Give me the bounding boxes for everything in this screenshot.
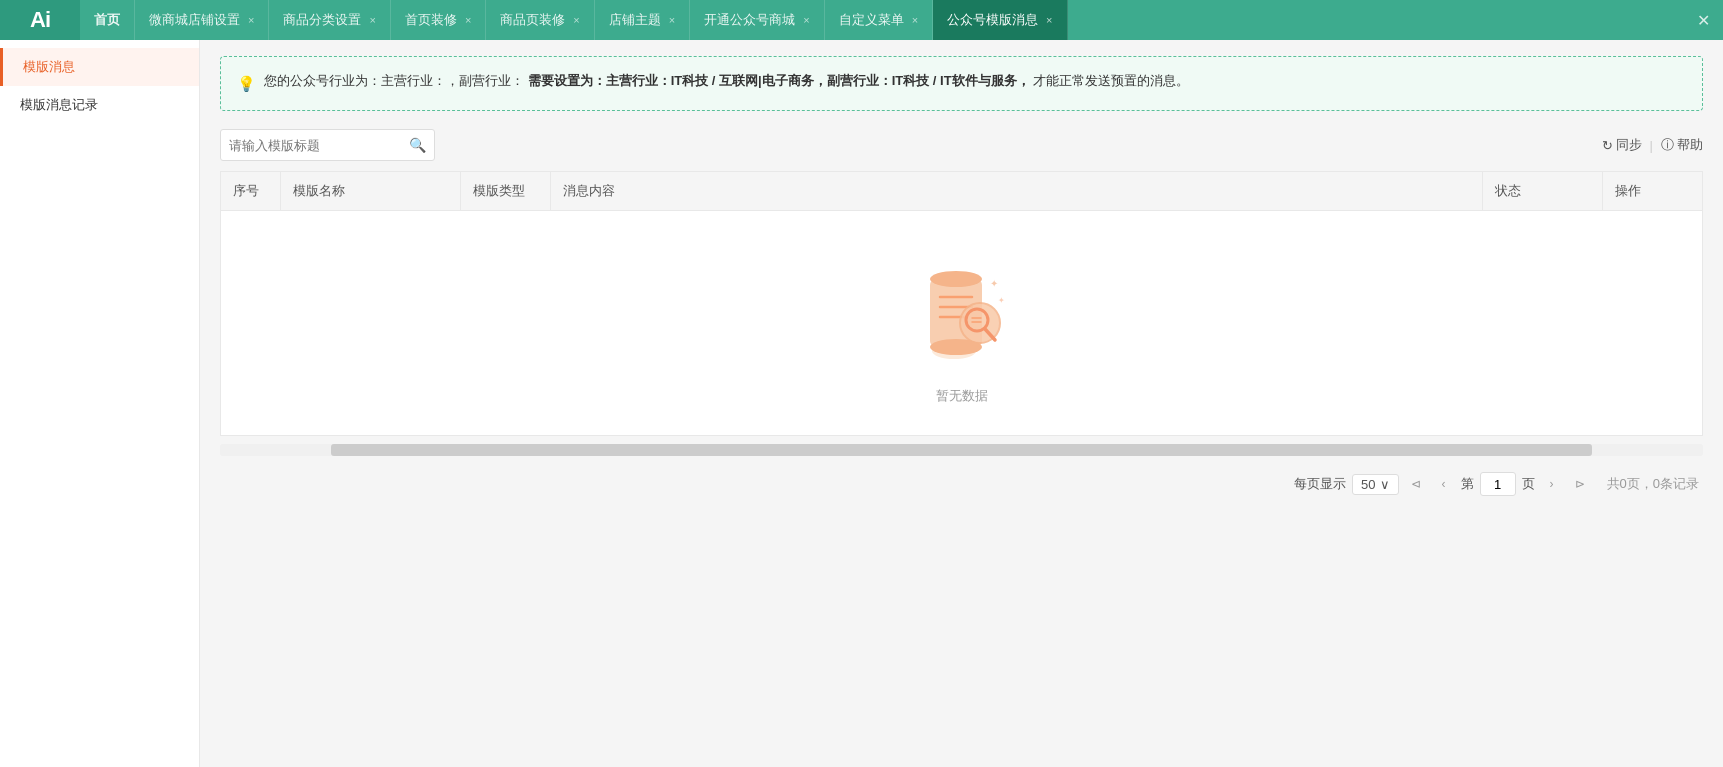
app-logo: Ai <box>0 0 80 40</box>
close-home-decoration-icon[interactable]: × <box>465 14 471 26</box>
close-custom-menu-icon[interactable]: × <box>912 14 918 26</box>
per-page-label: 每页显示 <box>1294 475 1346 493</box>
nav-tab-shop-settings-label: 微商城店铺设置 <box>149 11 240 29</box>
help-circle-icon: ⓘ <box>1661 136 1674 154</box>
nav-tab-template-message-label: 公众号模版消息 <box>947 11 1038 29</box>
search-input-wrap[interactable]: 🔍 <box>220 129 435 161</box>
nav-tab-product-decoration-label: 商品页装修 <box>500 11 565 29</box>
close-open-wechat-mall-icon[interactable]: × <box>803 14 809 26</box>
sync-label: 同步 <box>1616 136 1642 154</box>
last-page-button[interactable]: ⊳ <box>1569 473 1591 495</box>
pagination: 每页显示 50 ∨ ⊲ ‹ 第 页 › ⊳ 共0页，0条记录 <box>220 464 1703 504</box>
bulb-icon: 💡 <box>237 72 256 96</box>
svg-text:✦: ✦ <box>990 278 998 289</box>
per-page-value: 50 <box>1361 477 1375 492</box>
col-header-status: 状态 <box>1483 172 1603 211</box>
svg-text:✦: ✦ <box>998 296 1005 305</box>
sync-button[interactable]: ↻ 同步 <box>1602 136 1642 154</box>
close-all-tabs-button[interactable]: ✕ <box>1683 0 1723 40</box>
per-page-dropdown-icon: ∨ <box>1380 477 1390 492</box>
nav-tab-home-decoration[interactable]: 首页装修 × <box>391 0 486 40</box>
sidebar-item-template-message-record[interactable]: 模版消息记录 <box>0 86 199 124</box>
page-number-input[interactable] <box>1480 472 1516 496</box>
toolbar: 🔍 ↻ 同步 | ⓘ 帮助 <box>220 129 1703 161</box>
table-header-row: 序号 模版名称 模版类型 消息内容 状态 操作 <box>221 172 1703 211</box>
nav-tab-store-theme-label: 店铺主题 <box>609 11 661 29</box>
close-product-decoration-icon[interactable]: × <box>573 14 579 26</box>
empty-illustration: ✦ ✦ <box>902 251 1022 371</box>
nav-tab-custom-menu[interactable]: 自定义菜单 × <box>825 0 933 40</box>
nav-tab-open-wechat-mall[interactable]: 开通公众号商城 × <box>690 0 824 40</box>
nav-tabs: 首页 微商城店铺设置 × 商品分类设置 × 首页装修 × 商品页装修 × 店铺主… <box>80 0 1683 40</box>
data-table: 序号 模版名称 模版类型 消息内容 状态 操作 <box>220 171 1703 436</box>
nav-tab-home-label: 首页 <box>94 11 120 29</box>
info-banner-highlight: 需要设置为：主营行业：IT科技 / 互联网|电子商务，副营行业：IT科技 / I… <box>528 73 1030 88</box>
col-header-name: 模版名称 <box>281 172 461 211</box>
scrollbar-thumb[interactable] <box>331 444 1592 456</box>
nav-tab-shop-settings[interactable]: 微商城店铺设置 × <box>135 0 269 40</box>
horizontal-scrollbar[interactable] <box>220 444 1703 456</box>
col-header-type: 模版类型 <box>461 172 551 211</box>
search-input[interactable] <box>229 138 409 153</box>
nav-tab-home[interactable]: 首页 <box>80 0 135 40</box>
nav-tab-home-decoration-label: 首页装修 <box>405 11 457 29</box>
svg-point-2 <box>930 271 982 287</box>
info-banner-text: 您的公众号行业为：主营行业：，副营行业： 需要设置为：主营行业：IT科技 / 互… <box>264 71 1189 92</box>
sidebar-item-template-message[interactable]: 模版消息 <box>0 48 199 86</box>
help-button[interactable]: ⓘ 帮助 <box>1661 136 1703 154</box>
close-shop-settings-icon[interactable]: × <box>248 14 254 26</box>
sync-icon: ↻ <box>1602 138 1613 153</box>
empty-text: 暂无数据 <box>936 387 988 405</box>
toolbar-left: 🔍 <box>220 129 435 161</box>
sidebar: 模版消息 模版消息记录 <box>0 40 200 767</box>
empty-state: ✦ ✦ 暂无数据 <box>221 211 1702 435</box>
total-info: 共0页，0条记录 <box>1607 475 1699 493</box>
empty-svg: ✦ ✦ <box>902 251 1022 371</box>
nav-tab-store-theme[interactable]: 店铺主题 × <box>595 0 690 40</box>
next-page-button[interactable]: › <box>1541 473 1563 495</box>
page-label-prefix: 第 <box>1461 475 1474 493</box>
first-page-button[interactable]: ⊲ <box>1405 473 1427 495</box>
close-category-settings-icon[interactable]: × <box>369 14 375 26</box>
page-label-suffix: 页 <box>1522 475 1535 493</box>
nav-tab-template-message[interactable]: 公众号模版消息 × <box>933 0 1067 40</box>
col-header-index: 序号 <box>221 172 281 211</box>
nav-tab-custom-menu-label: 自定义菜单 <box>839 11 904 29</box>
info-banner: 💡 您的公众号行业为：主营行业：，副营行业： 需要设置为：主营行业：IT科技 /… <box>220 56 1703 111</box>
help-label: 帮助 <box>1677 136 1703 154</box>
col-header-content: 消息内容 <box>551 172 1483 211</box>
content-area: 💡 您的公众号行业为：主营行业：，副营行业： 需要设置为：主营行业：IT科技 /… <box>200 40 1723 767</box>
empty-state-row: ✦ ✦ 暂无数据 <box>221 211 1703 436</box>
close-template-message-icon[interactable]: × <box>1046 14 1052 26</box>
prev-page-button[interactable]: ‹ <box>1433 473 1455 495</box>
close-store-theme-icon[interactable]: × <box>669 14 675 26</box>
per-page-select[interactable]: 50 ∨ <box>1352 474 1398 495</box>
top-nav-bar: Ai 首页 微商城店铺设置 × 商品分类设置 × 首页装修 × 商品页装修 × … <box>0 0 1723 40</box>
sidebar-item-template-message-label: 模版消息 <box>23 59 75 74</box>
nav-tab-category-settings-label: 商品分类设置 <box>283 11 361 29</box>
toolbar-right: ↻ 同步 | ⓘ 帮助 <box>1602 136 1703 154</box>
sidebar-item-template-message-record-label: 模版消息记录 <box>20 97 98 112</box>
col-header-action: 操作 <box>1603 172 1703 211</box>
nav-tab-open-wechat-mall-label: 开通公众号商城 <box>704 11 795 29</box>
search-icon[interactable]: 🔍 <box>409 137 426 153</box>
main-layout: 模版消息 模版消息记录 💡 您的公众号行业为：主营行业：，副营行业： 需要设置为… <box>0 40 1723 767</box>
nav-tab-product-decoration[interactable]: 商品页装修 × <box>486 0 594 40</box>
nav-tab-category-settings[interactable]: 商品分类设置 × <box>269 0 390 40</box>
toolbar-divider: | <box>1650 138 1653 153</box>
